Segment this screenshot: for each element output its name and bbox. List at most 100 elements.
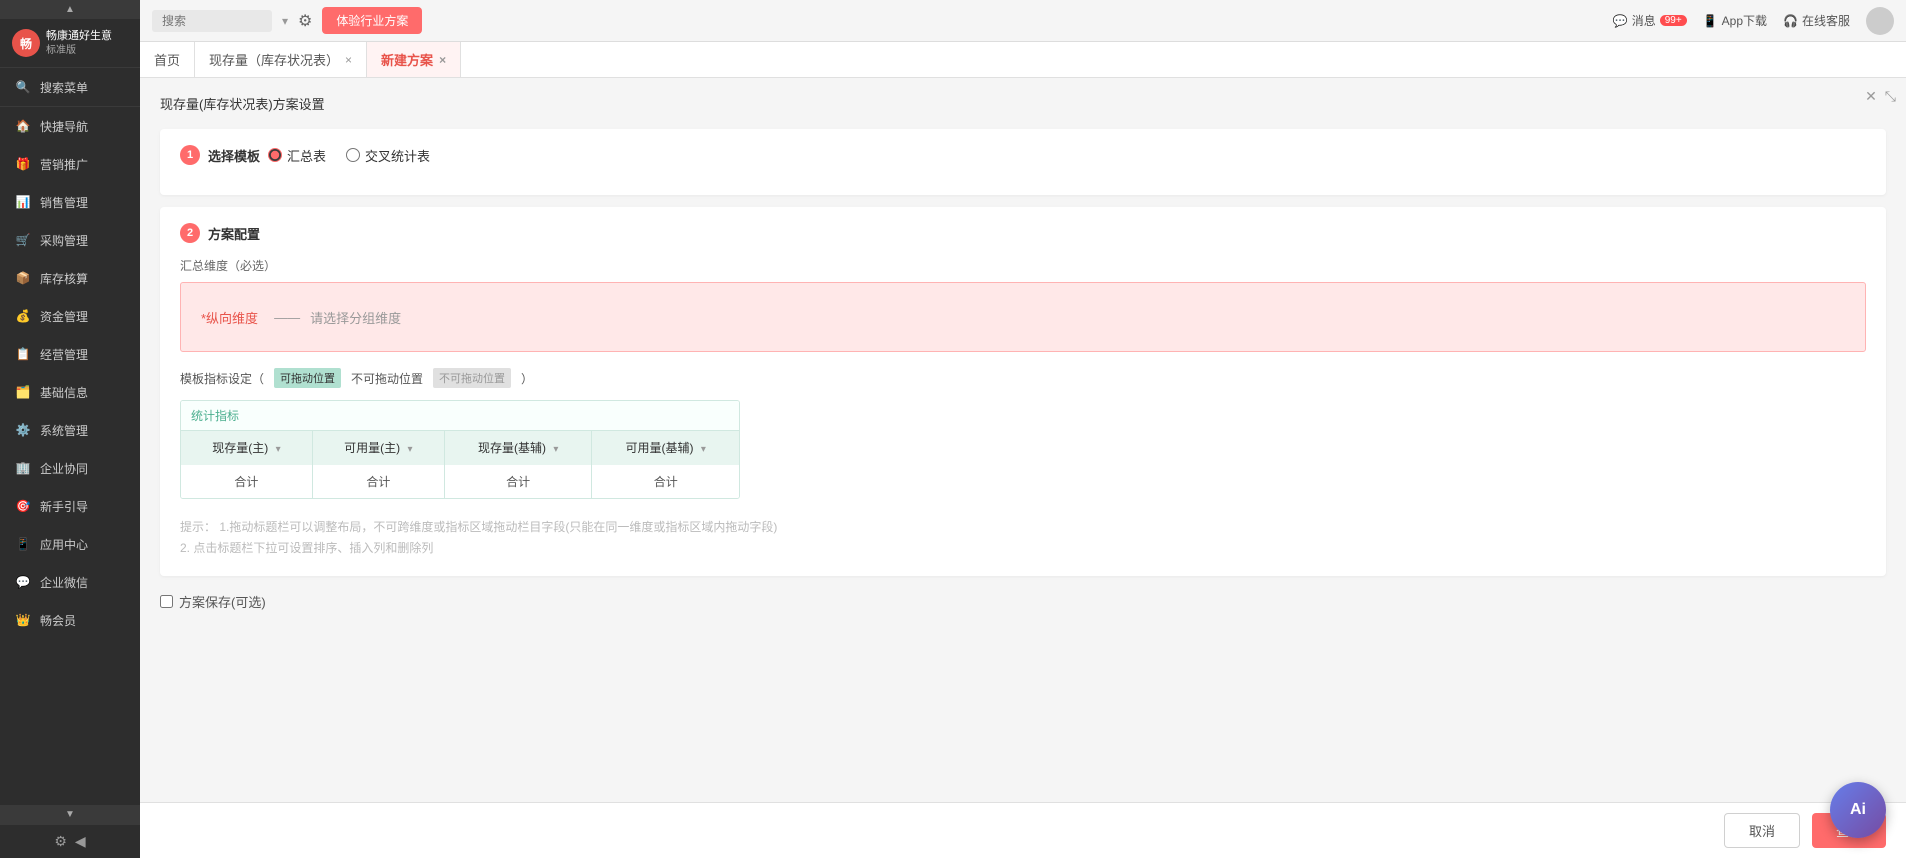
stats-table: 现存量(主) ▾ 可用量(主) ▾ 现存量(基辅) ▾: [181, 431, 739, 498]
step2-header: 2 方案配置: [180, 223, 1866, 243]
wechat-icon: 💬: [14, 573, 32, 591]
gift-icon: 🎁: [14, 155, 32, 173]
home-icon: 🏠: [14, 117, 32, 135]
close-window-button[interactable]: ✕: [1865, 88, 1877, 105]
step2-badge: 2: [180, 223, 200, 243]
user-avatar[interactable]: [1866, 7, 1894, 35]
radio-cross-input[interactable]: [346, 148, 360, 162]
cell-0: 合计: [181, 465, 312, 499]
chart-icon: 📊: [14, 193, 32, 211]
sidebar-item-appcenter[interactable]: 📱 应用中心: [0, 525, 140, 563]
stats-data-row: 合计 合计 合计 合计: [181, 465, 739, 499]
topbar: ▾ ⚙ 体验行业方案 💬 消息 99+ 📱 App下载 🎧 在线客服: [140, 0, 1906, 42]
topbar-chevron-icon[interactable]: ▾: [282, 14, 288, 28]
sidebar-search[interactable]: 🔍 搜索菜单: [0, 68, 140, 107]
sidebar-item-member[interactable]: 👑 畅会员: [0, 601, 140, 639]
service-icon: 🎧: [1783, 14, 1798, 28]
dimension-section-label: 汇总维度（必选）: [180, 257, 1866, 274]
topbar-settings-icon[interactable]: ⚙: [298, 11, 312, 31]
dimension-separator: ——: [274, 310, 300, 325]
col-chevron-2: ▾: [553, 444, 558, 455]
sidebar-item-system[interactable]: ⚙️ 系统管理: [0, 411, 140, 449]
messages-button[interactable]: 💬 消息 99+: [1613, 12, 1687, 29]
radio-summary-input[interactable]: [268, 148, 282, 162]
sidebar-item-quicknav[interactable]: 🏠 快捷导航: [0, 107, 140, 145]
crown-icon: 👑: [14, 611, 32, 629]
sidebar-item-finance[interactable]: 💰 资金管理: [0, 297, 140, 335]
radio-cross-label: 交叉统计表: [365, 146, 430, 165]
sidebar-scroll-down[interactable]: ▼: [0, 805, 140, 824]
window-controls: ✕ ⤡: [1865, 88, 1896, 105]
message-icon: 💬: [1613, 14, 1628, 28]
sidebar-item-operations[interactable]: 📋 经营管理: [0, 335, 140, 373]
sidebar-item-marketing[interactable]: 🎁 营销推广: [0, 145, 140, 183]
topbar-right: 💬 消息 99+ 📱 App下载 🎧 在线客服: [1613, 7, 1894, 35]
folder-icon: 🗂️: [14, 383, 32, 401]
messages-badge: 99+: [1660, 15, 1687, 26]
inventory-tab-label: 现存量（库存状况表）: [209, 50, 339, 69]
logo-icon: 畅: [12, 29, 40, 57]
sidebar-item-newbie[interactable]: 🎯 新手引导: [0, 487, 140, 525]
cancel-button[interactable]: 取消: [1724, 813, 1800, 848]
col-header-1[interactable]: 可用量(主) ▾: [312, 431, 444, 465]
tabs-bar: 首页 现存量（库存状况表） × 新建方案 ×: [140, 42, 1906, 78]
download-icon: 📱: [1703, 14, 1718, 28]
step1-title: 选择模板: [208, 146, 260, 165]
sidebar-item-enterprise[interactable]: 🏢 企业协同: [0, 449, 140, 487]
step1-header: 1 选择模板 汇总表 交叉统计表: [180, 145, 1866, 165]
main-area: ▾ ⚙ 体验行业方案 💬 消息 99+ 📱 App下载 🎧 在线客服 首页: [140, 0, 1906, 858]
stats-header-row: 现存量(主) ▾ 可用量(主) ▾ 现存量(基辅) ▾: [181, 431, 739, 465]
col-chevron-1: ▾: [408, 444, 413, 455]
save-checkbox[interactable]: [160, 595, 173, 608]
stats-section: 统计指标 现存量(主) ▾ 可用量(主) ▾: [180, 400, 740, 499]
step1-card: 1 选择模板 汇总表 交叉统计表: [160, 129, 1886, 195]
nodrag-badge: 不可拖动位置: [433, 368, 511, 388]
col-chevron-0: ▾: [276, 444, 281, 455]
tip-2: 2. 点击标题栏下拉可设置排序、插入列和删除列: [180, 539, 1866, 556]
sidebar-item-purchase[interactable]: 🛒 采购管理: [0, 221, 140, 259]
app-logo: 畅 畅康通好生意 标准版: [0, 19, 140, 68]
inventory-tab-close[interactable]: ×: [345, 53, 352, 67]
tab-inventory[interactable]: 现存量（库存状况表） ×: [195, 42, 367, 77]
sidebar-item-wechat[interactable]: 💬 企业微信: [0, 563, 140, 601]
building-icon: 🏢: [14, 459, 32, 477]
logo-text: 畅康通好生意 标准版: [46, 29, 112, 56]
new-scheme-tab-close[interactable]: ×: [439, 53, 446, 67]
col-chevron-3: ▾: [701, 444, 706, 455]
template-options: 汇总表 交叉统计表: [268, 146, 430, 165]
sidebar-item-basic[interactable]: 🗂️ 基础信息: [0, 373, 140, 411]
ai-fab-button[interactable]: Ai: [1830, 782, 1886, 838]
indicator-nodrag-label: 不可拖动位置: [351, 370, 423, 387]
sidebar-item-sales[interactable]: 📊 销售管理: [0, 183, 140, 221]
indicator-settings: 模板指标设定（ 可拖动位置 不可拖动位置 不可拖动位置 ）: [180, 368, 1866, 388]
col-header-2[interactable]: 现存量(基辅) ▾: [444, 431, 592, 465]
tips-section: 提示： 1.拖动标题栏可以调整布局，不可跨维度或指标区域拖动栏目字段(只能在同一…: [180, 518, 1866, 556]
dimension-area[interactable]: *纵向维度 —— 请选择分组维度: [180, 282, 1866, 352]
draggable-badge: 可拖动位置: [274, 368, 341, 388]
col-header-3[interactable]: 可用量(基辅) ▾: [592, 431, 739, 465]
sidebar-item-inventory[interactable]: 📦 库存核算: [0, 259, 140, 297]
settings-button[interactable]: ⚙: [54, 833, 67, 850]
trial-button[interactable]: 体验行业方案: [322, 7, 422, 34]
maximize-window-button[interactable]: ⤡: [1885, 88, 1896, 105]
gear-icon: ⚙️: [14, 421, 32, 439]
step1-badge: 1: [180, 145, 200, 165]
dimension-required-label: *纵向维度: [201, 308, 258, 327]
sidebar: ▲ 畅 畅康通好生意 标准版 🔍 搜索菜单 🏠 快捷导航 🎁 营销推广 📊 销售…: [0, 0, 140, 858]
footer-bar: 取消 查询: [140, 802, 1906, 858]
col-header-0[interactable]: 现存量(主) ▾: [181, 431, 312, 465]
topbar-search-input[interactable]: [152, 10, 272, 32]
radio-summary[interactable]: 汇总表: [268, 146, 326, 165]
sidebar-scroll-up[interactable]: ▲: [0, 0, 140, 19]
cell-3: 合计: [592, 465, 739, 499]
cell-2: 合计: [444, 465, 592, 499]
search-icon: 🔍: [14, 78, 32, 96]
radio-cross[interactable]: 交叉统计表: [346, 146, 430, 165]
tab-new-scheme[interactable]: 新建方案 ×: [367, 42, 461, 77]
online-service-button[interactable]: 🎧 在线客服: [1783, 12, 1850, 29]
app-download-button[interactable]: 📱 App下载: [1703, 12, 1767, 29]
collapse-button[interactable]: ◀: [75, 833, 86, 850]
tab-home[interactable]: 首页: [140, 42, 195, 77]
new-scheme-tab-label: 新建方案: [381, 50, 433, 69]
box-icon: 📦: [14, 269, 32, 287]
